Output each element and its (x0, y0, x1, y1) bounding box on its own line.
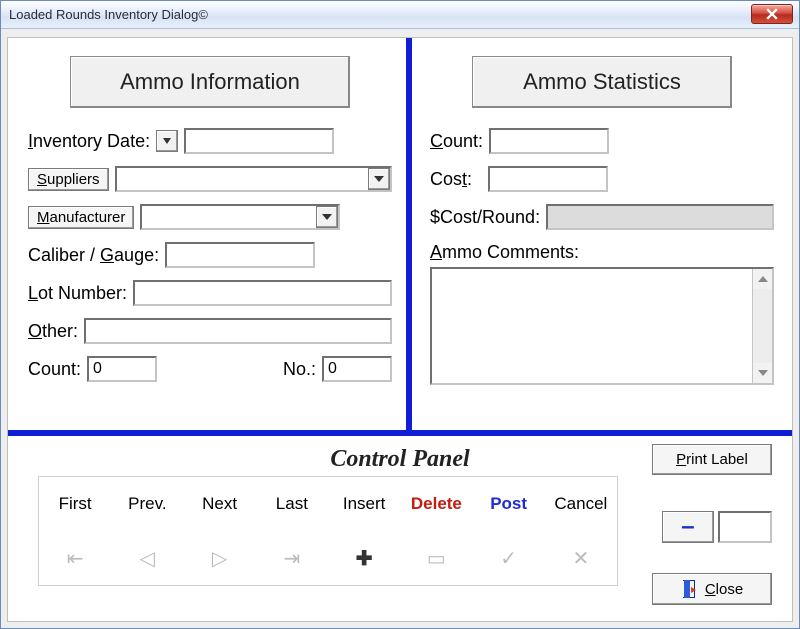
chevron-down-icon (758, 370, 768, 376)
nav-prev-button[interactable]: ◁ (111, 546, 183, 571)
stats-count-field[interactable] (489, 128, 609, 154)
quantity-display (718, 511, 772, 543)
suppliers-combo-input[interactable] (115, 166, 392, 192)
nav-delete-button[interactable]: ▭ (400, 546, 472, 571)
ammo-statistics-pane: Ammo Statistics Count: Cost: $Cost/Round… (412, 38, 792, 430)
nav-last-label: Last (256, 494, 328, 514)
ammo-comments-label: Ammo Comments: (430, 242, 579, 263)
chevron-up-icon (758, 276, 768, 282)
count-field[interactable] (87, 356, 157, 382)
date-picker-button[interactable] (156, 130, 178, 152)
nav-first-button[interactable]: ⇤ (39, 546, 111, 571)
nav-post-label: Post (473, 494, 545, 514)
print-label-button[interactable]: Print Label (652, 444, 772, 475)
navigator-labels: First Prev. Next Last Insert Delete Post… (39, 477, 617, 531)
suppliers-combo-arrow[interactable] (368, 168, 390, 190)
nav-insert-label: Insert (328, 494, 400, 514)
right-controls: Print Label – Close (632, 444, 772, 611)
scroll-down-button[interactable] (753, 363, 772, 383)
manufacturer-combo-input[interactable] (140, 204, 340, 230)
control-panel-pane: Control Panel First Prev. Next Last Inse… (8, 436, 792, 621)
nav-post-button[interactable]: ✓ (473, 546, 545, 571)
cost-per-round-label: $Cost/Round: (430, 207, 540, 228)
suppliers-button[interactable]: Suppliers (28, 168, 109, 191)
nav-cancel-label: Cancel (545, 494, 617, 514)
chevron-down-icon (322, 214, 332, 220)
close-button-label: Close (705, 581, 743, 598)
manufacturer-button[interactable]: Manufacturer (28, 206, 134, 229)
cost-per-round-field (546, 204, 774, 230)
nav-last-button[interactable]: ⇥ (256, 546, 328, 571)
suppliers-combo[interactable] (115, 166, 392, 192)
inventory-date-label: Inventory Date: (28, 131, 150, 152)
stats-cost-field[interactable] (488, 166, 608, 192)
ammo-comments-field[interactable] (432, 269, 750, 383)
door-exit-icon (681, 580, 697, 598)
comments-scrollbar[interactable] (752, 269, 772, 383)
nav-delete-label: Delete (400, 494, 472, 514)
caliber-gauge-field[interactable] (165, 242, 315, 268)
ammo-statistics-header[interactable]: Ammo Statistics (472, 56, 732, 108)
nav-prev-label: Prev. (111, 494, 183, 514)
scroll-up-button[interactable] (753, 269, 772, 289)
stats-cost-label: Cost: (430, 169, 472, 190)
ammo-comments-wrap (430, 267, 774, 385)
close-button[interactable]: Close (652, 573, 772, 605)
window-title: Loaded Rounds Inventory Dialog© (9, 7, 208, 22)
no-label: No.: (283, 359, 316, 380)
caliber-gauge-label: Caliber / Gauge: (28, 245, 159, 266)
stats-count-label: Count: (430, 131, 483, 152)
manufacturer-combo-arrow[interactable] (316, 206, 338, 228)
dialog-window: Loaded Rounds Inventory Dialog© Ammo Inf… (0, 0, 800, 629)
other-label: Other: (28, 321, 78, 342)
chevron-down-icon (163, 138, 171, 144)
close-icon (766, 8, 778, 20)
window-close-button[interactable] (751, 4, 793, 24)
nav-first-label: First (39, 494, 111, 514)
nav-next-label: Next (184, 494, 256, 514)
lot-number-label: Lot Number: (28, 283, 127, 304)
no-field[interactable] (322, 356, 392, 382)
chevron-down-icon (374, 176, 384, 182)
lot-number-field[interactable] (133, 280, 392, 306)
title-bar: Loaded Rounds Inventory Dialog© (1, 1, 799, 29)
other-field[interactable] (84, 318, 392, 344)
manufacturer-combo[interactable] (140, 204, 340, 230)
nav-cancel-button[interactable]: ✕ (545, 546, 617, 571)
count-label: Count: (28, 359, 81, 380)
nav-insert-button[interactable]: ✚ (328, 546, 400, 571)
ammo-information-header[interactable]: Ammo Information (70, 56, 350, 108)
ammo-information-pane: Ammo Information Inventory Date: Supplie… (8, 38, 406, 430)
minus-button[interactable]: – (662, 511, 713, 543)
navigator-panel: First Prev. Next Last Insert Delete Post… (38, 476, 618, 586)
nav-next-button[interactable]: ▷ (184, 546, 256, 571)
client-area: Ammo Information Inventory Date: Supplie… (7, 37, 793, 622)
inventory-date-field[interactable] (184, 128, 334, 154)
